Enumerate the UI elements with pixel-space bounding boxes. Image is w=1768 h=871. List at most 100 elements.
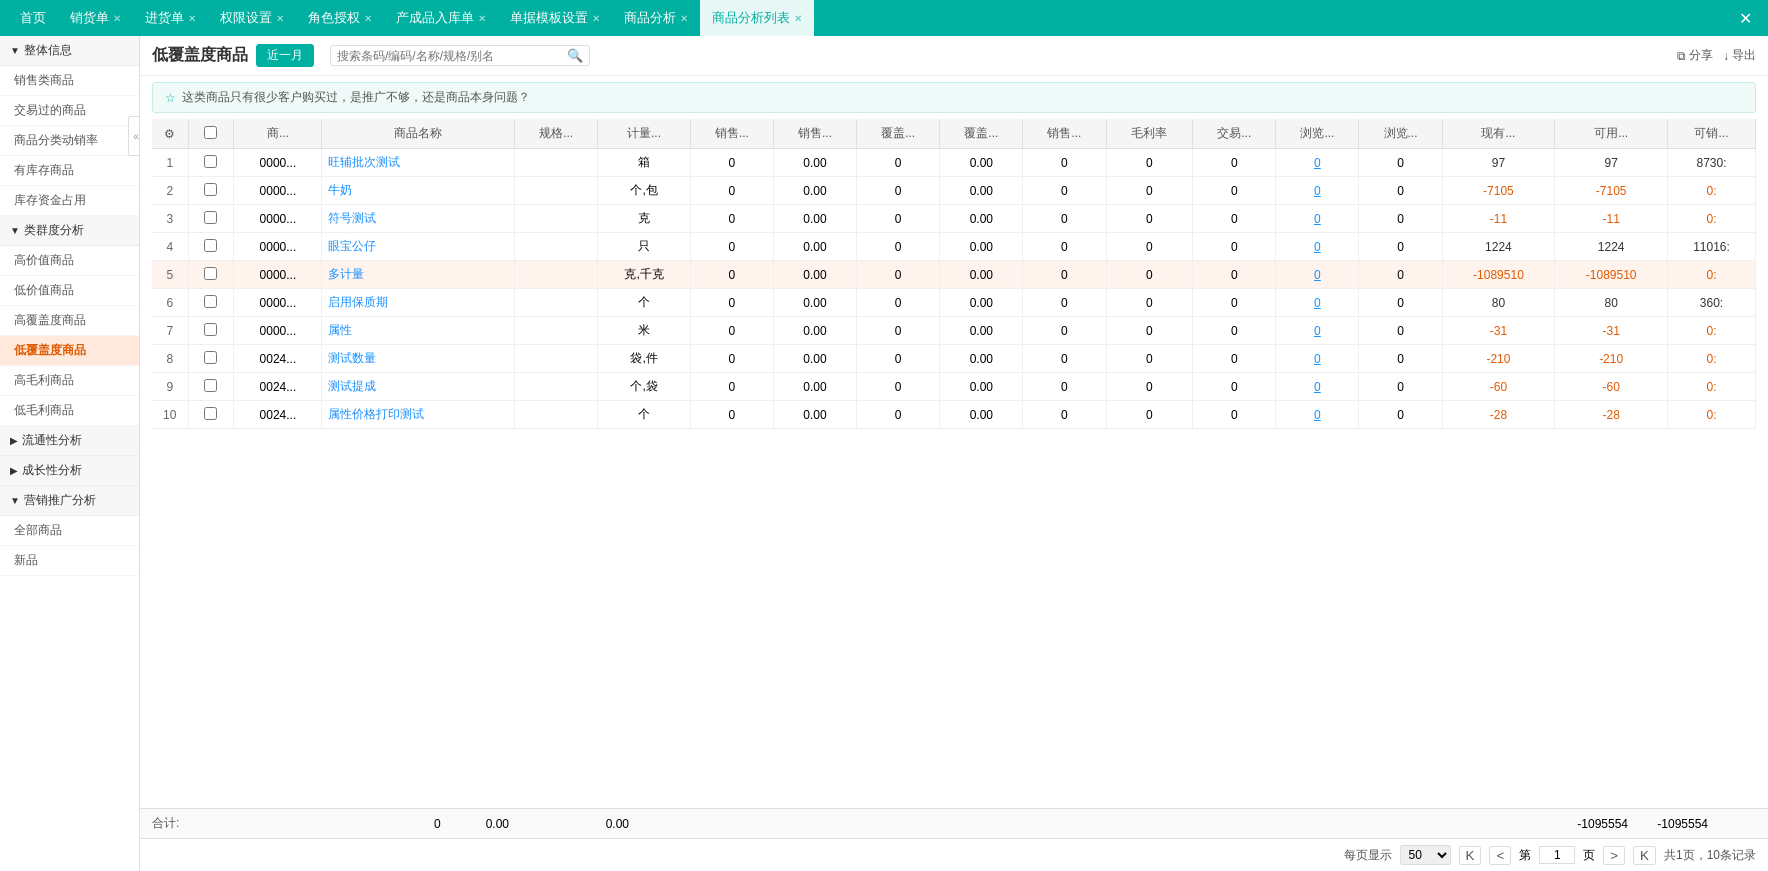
row-name[interactable]: 属性价格打印测试 (322, 401, 515, 429)
export-button[interactable]: ↓ 导出 (1723, 47, 1756, 64)
time-filter-recent-month[interactable]: 近一月 (256, 44, 314, 67)
row-name[interactable]: 眼宝公仔 (322, 233, 515, 261)
sidebar-item-high-coverage[interactable]: 高覆盖度商品 (0, 306, 139, 336)
row-sales-c: 0 (1023, 205, 1106, 233)
nav-role-auth[interactable]: 角色授权 ✕ (296, 0, 384, 36)
sidebar-section-cluster[interactable]: ▼ 类群度分析 (0, 216, 139, 246)
row-checkbox[interactable] (204, 295, 217, 308)
sidebar-item-low-value[interactable]: 低价值商品 (0, 276, 139, 306)
row-spec (515, 289, 598, 317)
row-browse1[interactable]: 0 (1276, 233, 1359, 261)
row-browse1[interactable]: 0 (1276, 149, 1359, 177)
close-product-analysis-list[interactable]: ✕ (794, 13, 802, 24)
row-checkbox[interactable] (204, 239, 217, 252)
nav-product-analysis-list[interactable]: 商品分析列表 ✕ (700, 0, 814, 36)
row-checkbox-cell (188, 149, 234, 177)
sidebar-item-stock-products[interactable]: 有库存商品 (0, 156, 139, 186)
prev-page-button[interactable]: < (1489, 846, 1511, 865)
row-browse1[interactable]: 0 (1276, 345, 1359, 373)
nav-global-close[interactable]: ✕ (1731, 9, 1760, 28)
row-name[interactable]: 测试数量 (322, 345, 515, 373)
close-role-auth[interactable]: ✕ (364, 13, 372, 24)
sidebar-collapse-button[interactable]: « (128, 116, 140, 156)
row-sales-c: 0 (1023, 233, 1106, 261)
nav-product-inbound[interactable]: 产成品入库单 ✕ (384, 0, 498, 36)
row-cov1: 0 (857, 261, 940, 289)
nav-product-analysis[interactable]: 商品分析 ✕ (612, 0, 700, 36)
page-number-input[interactable] (1539, 846, 1575, 864)
nav-permissions[interactable]: 权限设置 ✕ (208, 0, 296, 36)
settings-icon[interactable]: ⚙ (164, 127, 175, 141)
close-template-settings[interactable]: ✕ (592, 13, 600, 24)
select-all-checkbox[interactable] (204, 126, 217, 139)
close-purchase-order[interactable]: ✕ (188, 13, 196, 24)
row-name[interactable]: 牛奶 (322, 177, 515, 205)
row-checkbox[interactable] (204, 407, 217, 420)
row-checkbox[interactable] (204, 351, 217, 364)
row-checkbox[interactable] (204, 379, 217, 392)
sidebar-item-traded-products[interactable]: 交易过的商品 (0, 96, 139, 126)
sidebar-item-low-coverage[interactable]: 低覆盖度商品 (0, 336, 139, 366)
sidebar-item-low-margin[interactable]: 低毛利商品 (0, 396, 139, 426)
row-browse1[interactable]: 0 (1276, 373, 1359, 401)
row-sales-c: 0 (1023, 345, 1106, 373)
row-sales-c: 0 (1023, 401, 1106, 429)
close-sales-order[interactable]: ✕ (113, 13, 121, 24)
row-unit: 个 (598, 289, 691, 317)
close-permissions[interactable]: ✕ (276, 13, 284, 24)
row-checkbox[interactable] (204, 183, 217, 196)
sidebar-section-overall[interactable]: ▼ 整体信息 (0, 36, 139, 66)
row-browse1[interactable]: 0 (1276, 401, 1359, 429)
sidebar-item-capital-occupation[interactable]: 库存资金占用 (0, 186, 139, 216)
row-name[interactable]: 属性 (322, 317, 515, 345)
table-row: 5 0000... 多计量 克,千克 0 0.00 0 0.00 0 0 0 0… (152, 261, 1756, 289)
close-product-inbound[interactable]: ✕ (478, 13, 486, 24)
sidebar-section-circulation[interactable]: ▶ 流通性分析 (0, 426, 139, 456)
sidebar-item-category-rate[interactable]: 商品分类动销率 (0, 126, 139, 156)
row-checkbox[interactable] (204, 267, 217, 280)
row-checkbox[interactable] (204, 323, 217, 336)
last-page-button[interactable]: K (1633, 846, 1656, 865)
row-spec (515, 401, 598, 429)
table-row: 3 0000... 符号测试 克 0 0.00 0 0.00 0 0 0 0 0… (152, 205, 1756, 233)
row-unit: 克 (598, 205, 691, 233)
row-browse1[interactable]: 0 (1276, 205, 1359, 233)
sidebar-item-all-products[interactable]: 全部商品 (0, 516, 139, 546)
sidebar-item-new-products[interactable]: 新品 (0, 546, 139, 576)
nav-purchase-order[interactable]: 进货单 ✕ (133, 0, 208, 36)
sidebar-section-growth[interactable]: ▶ 成长性分析 (0, 456, 139, 486)
row-browse1[interactable]: 0 (1276, 289, 1359, 317)
row-num: 10 (152, 401, 188, 429)
row-available: -28 (1555, 401, 1668, 429)
row-name[interactable]: 多计量 (322, 261, 515, 289)
share-button[interactable]: ⧉ 分享 (1677, 47, 1713, 64)
col-saleable: 可销... (1667, 119, 1755, 149)
table-container[interactable]: ⚙ 商... 商品名称 规格... 计量... 销售... 销售... 覆盖..… (140, 119, 1768, 808)
search-input[interactable] (337, 49, 567, 63)
row-browse1[interactable]: 0 (1276, 261, 1359, 289)
row-name[interactable]: 测试提成 (322, 373, 515, 401)
col-settings[interactable]: ⚙ (152, 119, 188, 149)
row-name[interactable]: 旺辅批次测试 (322, 149, 515, 177)
close-product-analysis[interactable]: ✕ (680, 13, 688, 24)
nav-home[interactable]: 首页 (8, 0, 58, 36)
sidebar-item-high-value[interactable]: 高价值商品 (0, 246, 139, 276)
row-name[interactable]: 符号测试 (322, 205, 515, 233)
row-checkbox-cell (188, 401, 234, 429)
nav-sales-order[interactable]: 销货单 ✕ (58, 0, 133, 36)
row-cov1: 0 (857, 289, 940, 317)
sidebar-item-sales-products[interactable]: 销售类商品 (0, 66, 139, 96)
row-sales-amt: 0.00 (773, 177, 856, 205)
next-page-button[interactable]: > (1603, 846, 1625, 865)
row-browse1[interactable]: 0 (1276, 317, 1359, 345)
nav-template-settings[interactable]: 单据模板设置 ✕ (498, 0, 612, 36)
first-page-button[interactable]: K (1459, 846, 1482, 865)
search-icon[interactable]: 🔍 (567, 48, 583, 63)
row-checkbox[interactable] (204, 211, 217, 224)
sidebar-section-marketing[interactable]: ▼ 营销推广分析 (0, 486, 139, 516)
sidebar-item-high-margin[interactable]: 高毛利商品 (0, 366, 139, 396)
row-browse1[interactable]: 0 (1276, 177, 1359, 205)
row-checkbox[interactable] (204, 155, 217, 168)
page-size-select[interactable]: 50 20 100 (1400, 845, 1451, 865)
row-name[interactable]: 启用保质期 (322, 289, 515, 317)
